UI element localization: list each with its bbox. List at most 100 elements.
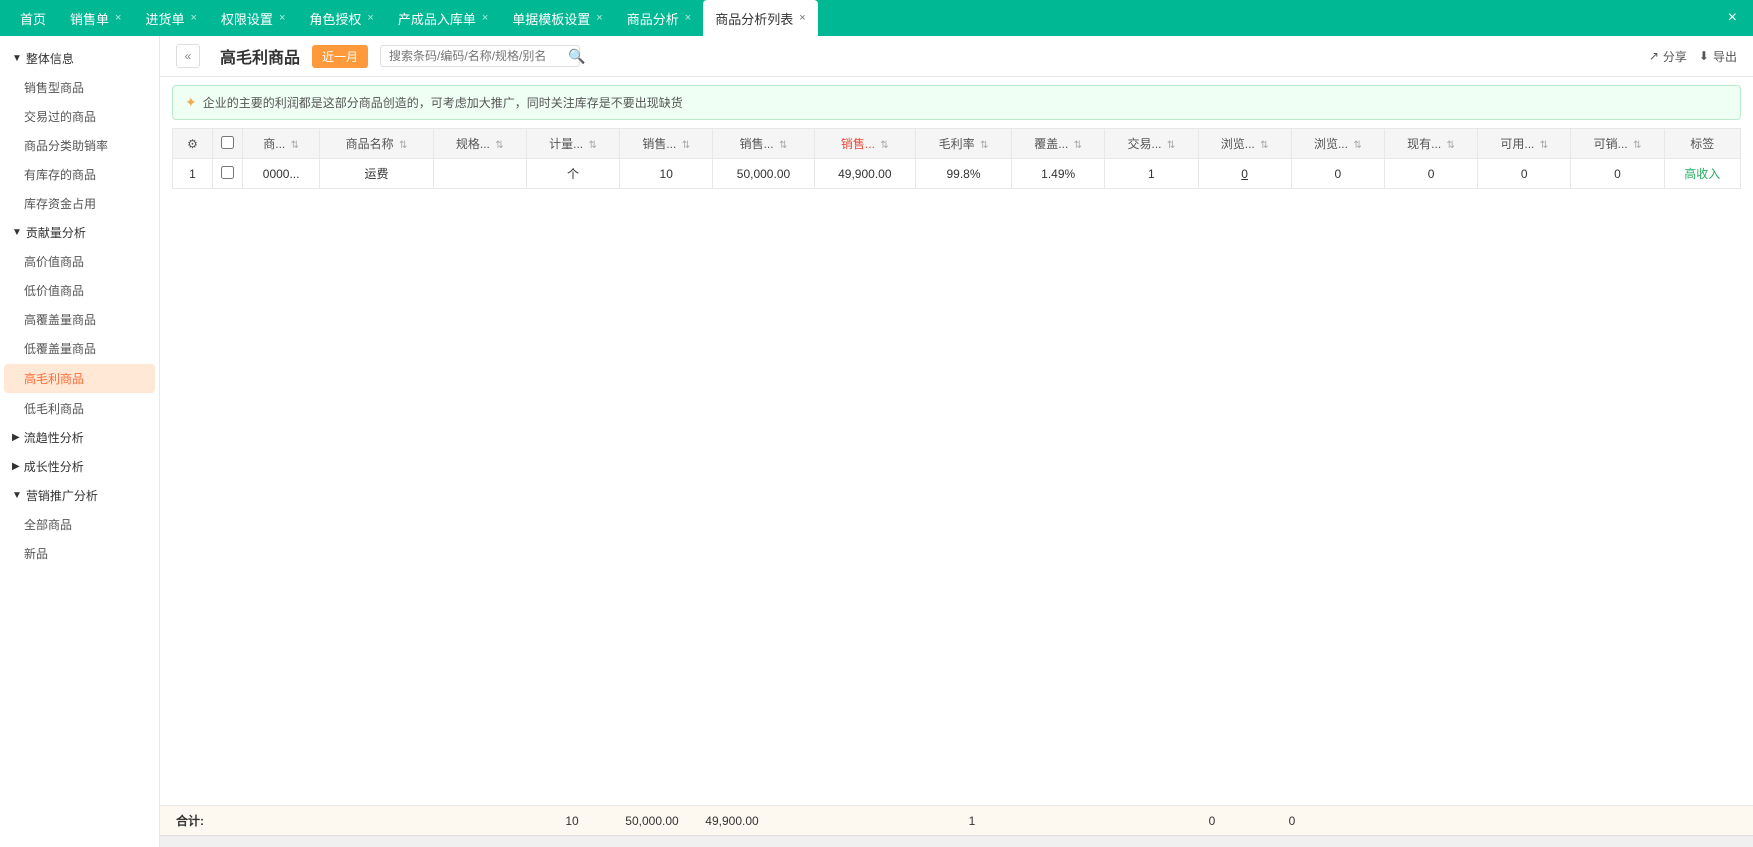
top-nav: 首页 销售单 × 进货单 × 权限设置 × 角色授权 × 产成品入库单 × 单据… (0, 0, 1753, 36)
col-coverage[interactable]: 覆盖... ⇅ (1012, 129, 1105, 159)
row-gross-margin: 99.8% (915, 159, 1011, 189)
export-label: 导出 (1713, 48, 1737, 65)
nav-product-analysis-list-close[interactable]: × (799, 12, 805, 24)
col-browse1-sort-icon: ⇅ (1260, 140, 1268, 151)
sidebar-item-high-margin[interactable]: 高毛利商品 (4, 364, 155, 393)
nav-sales-order[interactable]: 销售单 × (58, 0, 133, 36)
row-tag: 高收入 (1664, 159, 1740, 189)
col-spec[interactable]: 规格... ⇅ (433, 129, 526, 159)
sidebar-item-stock-goods[interactable]: 有库存的商品 (0, 160, 159, 189)
row-current-stock: 0 (1384, 159, 1477, 189)
col-sales-qty[interactable]: 销售... ⇅ (620, 129, 713, 159)
footer-total: 合计: 10 50,000.00 49,900.00 1 0 0 (160, 805, 1753, 835)
nav-template-settings-close[interactable]: × (596, 12, 602, 24)
header-actions: ↗ 分享 ⬇ 导出 (1649, 48, 1737, 65)
nav-product-analysis-close[interactable]: × (685, 12, 691, 24)
bottom-scrollbar[interactable] (160, 835, 1753, 847)
nav-purchase-order[interactable]: 进货单 × (133, 0, 208, 36)
sidebar-section-contribution-arrow: ▼ (12, 227, 22, 238)
sidebar-item-category-rate[interactable]: 商品分类助销率 (0, 131, 159, 160)
row-checkbox[interactable] (212, 159, 242, 189)
col-checkbox[interactable] (212, 129, 242, 159)
nav-template-settings[interactable]: 单据模板设置 × (500, 0, 614, 36)
row-code: 0000... (242, 159, 319, 189)
info-icon: ✦ (185, 94, 197, 111)
sidebar-section-marketing[interactable]: ▼ 营销推广分析 (0, 481, 159, 510)
search-icon[interactable]: 🔍 (568, 48, 585, 65)
row-unit: 个 (526, 159, 619, 189)
col-unit-sort-icon: ⇅ (588, 140, 596, 151)
nav-product-inbound-close[interactable]: × (482, 12, 488, 24)
select-all-checkbox[interactable] (221, 136, 234, 149)
sidebar-section-overall-label: 整体信息 (26, 50, 74, 67)
total-available-stock: 0 (1252, 814, 1332, 828)
nav-permissions-close[interactable]: × (279, 12, 285, 24)
col-saleable-stock[interactable]: 可销... ⇅ (1571, 129, 1664, 159)
sidebar-section-contribution[interactable]: ▼ 贡献量分析 (0, 218, 159, 247)
col-name-sort-icon: ⇅ (399, 140, 407, 151)
nav-role-auth-close[interactable]: × (367, 12, 373, 24)
col-code-sort-icon: ⇅ (291, 140, 299, 151)
nav-product-analysis-list[interactable]: 商品分析列表 × (703, 0, 817, 36)
total-label: 合计: (176, 812, 204, 829)
total-trade: 1 (932, 814, 1012, 828)
col-sales-amount-sort-icon: ⇅ (779, 140, 787, 151)
sidebar-item-high-value[interactable]: 高价值商品 (0, 247, 159, 276)
col-trade[interactable]: 交易... ⇅ (1105, 129, 1198, 159)
col-tag[interactable]: 标签 (1664, 129, 1740, 159)
sidebar-item-traded-goods[interactable]: 交易过的商品 (0, 102, 159, 131)
col-sales-profit[interactable]: 销售... ⇅ (814, 129, 915, 159)
sidebar-item-all-goods[interactable]: 全部商品 (0, 510, 159, 539)
sidebar-item-low-value[interactable]: 低价值商品 (0, 276, 159, 305)
nav-permissions[interactable]: 权限设置 × (209, 0, 297, 36)
col-browse2[interactable]: 浏览... ⇅ (1291, 129, 1384, 159)
filter-period-button[interactable]: 近一月 (312, 45, 368, 68)
sidebar-item-sales-goods[interactable]: 销售型商品 (0, 73, 159, 102)
table-row: 1 0000... 运费 个 (173, 159, 1741, 189)
col-browse2-sort-icon: ⇅ (1353, 140, 1361, 151)
col-gross-margin[interactable]: 毛利率 ⇅ (915, 129, 1011, 159)
nav-product-analysis[interactable]: 商品分析 × (615, 0, 703, 36)
sidebar-item-low-coverage[interactable]: 低覆盖量商品 (0, 334, 159, 363)
table-header-row: ⚙ 商... ⇅ 商品名称 ⇅ (173, 129, 1741, 159)
row-spec (433, 159, 526, 189)
nav-product-inbound[interactable]: 产成品入库单 × (386, 0, 500, 36)
sidebar-item-new-goods[interactable]: 新品 (0, 539, 159, 568)
row-browse2: 0 (1291, 159, 1384, 189)
sidebar-section-overall[interactable]: ▼ 整体信息 (0, 44, 159, 73)
nav-product-analysis-label: 商品分析 (627, 9, 679, 28)
col-code[interactable]: 商... ⇅ (242, 129, 319, 159)
share-label: 分享 (1663, 48, 1687, 65)
page-title: 高毛利商品 (220, 44, 300, 68)
sidebar-section-trend[interactable]: ▶ 流趋性分析 (0, 423, 159, 452)
row-sales-profit: 49,900.00 (814, 159, 915, 189)
col-name[interactable]: 商品名称 ⇅ (320, 129, 433, 159)
export-icon: ⬇ (1699, 49, 1709, 63)
row-sales-amount: 50,000.00 (713, 159, 814, 189)
sidebar-item-high-coverage[interactable]: 高覆盖量商品 (0, 305, 159, 334)
nav-close-all[interactable]: × (1720, 9, 1745, 27)
nav-sales-order-close[interactable]: × (115, 12, 121, 24)
col-available-stock-sort-icon: ⇅ (1540, 140, 1548, 151)
sidebar-item-low-margin[interactable]: 低毛利商品 (0, 394, 159, 423)
col-settings[interactable]: ⚙ (173, 129, 213, 159)
col-available-stock[interactable]: 可用... ⇅ (1478, 129, 1571, 159)
nav-home[interactable]: 首页 (8, 0, 58, 36)
col-unit[interactable]: 计量... ⇅ (526, 129, 619, 159)
row-browse1[interactable]: 0 (1198, 159, 1291, 189)
col-sales-profit-sort-icon: ⇅ (880, 140, 888, 151)
sidebar-item-stock-capital[interactable]: 库存资金占用 (0, 189, 159, 218)
nav-purchase-order-close[interactable]: × (190, 12, 196, 24)
col-current-stock[interactable]: 现有... ⇅ (1384, 129, 1477, 159)
share-button[interactable]: ↗ 分享 (1649, 48, 1687, 65)
export-button[interactable]: ⬇ 导出 (1699, 48, 1737, 65)
content-header: « 高毛利商品 近一月 🔍 ↗ 分享 ⬇ 导出 (160, 36, 1753, 77)
collapse-sidebar-button[interactable]: « (176, 44, 200, 68)
col-sales-amount[interactable]: 销售... ⇅ (713, 129, 814, 159)
row-saleable-stock: 0 (1571, 159, 1664, 189)
search-input[interactable] (380, 45, 580, 67)
col-browse1[interactable]: 浏览... ⇅ (1198, 129, 1291, 159)
sidebar-section-growth-arrow: ▶ (12, 461, 20, 472)
sidebar-section-growth[interactable]: ▶ 成长性分析 (0, 452, 159, 481)
nav-role-auth[interactable]: 角色授权 × (297, 0, 385, 36)
